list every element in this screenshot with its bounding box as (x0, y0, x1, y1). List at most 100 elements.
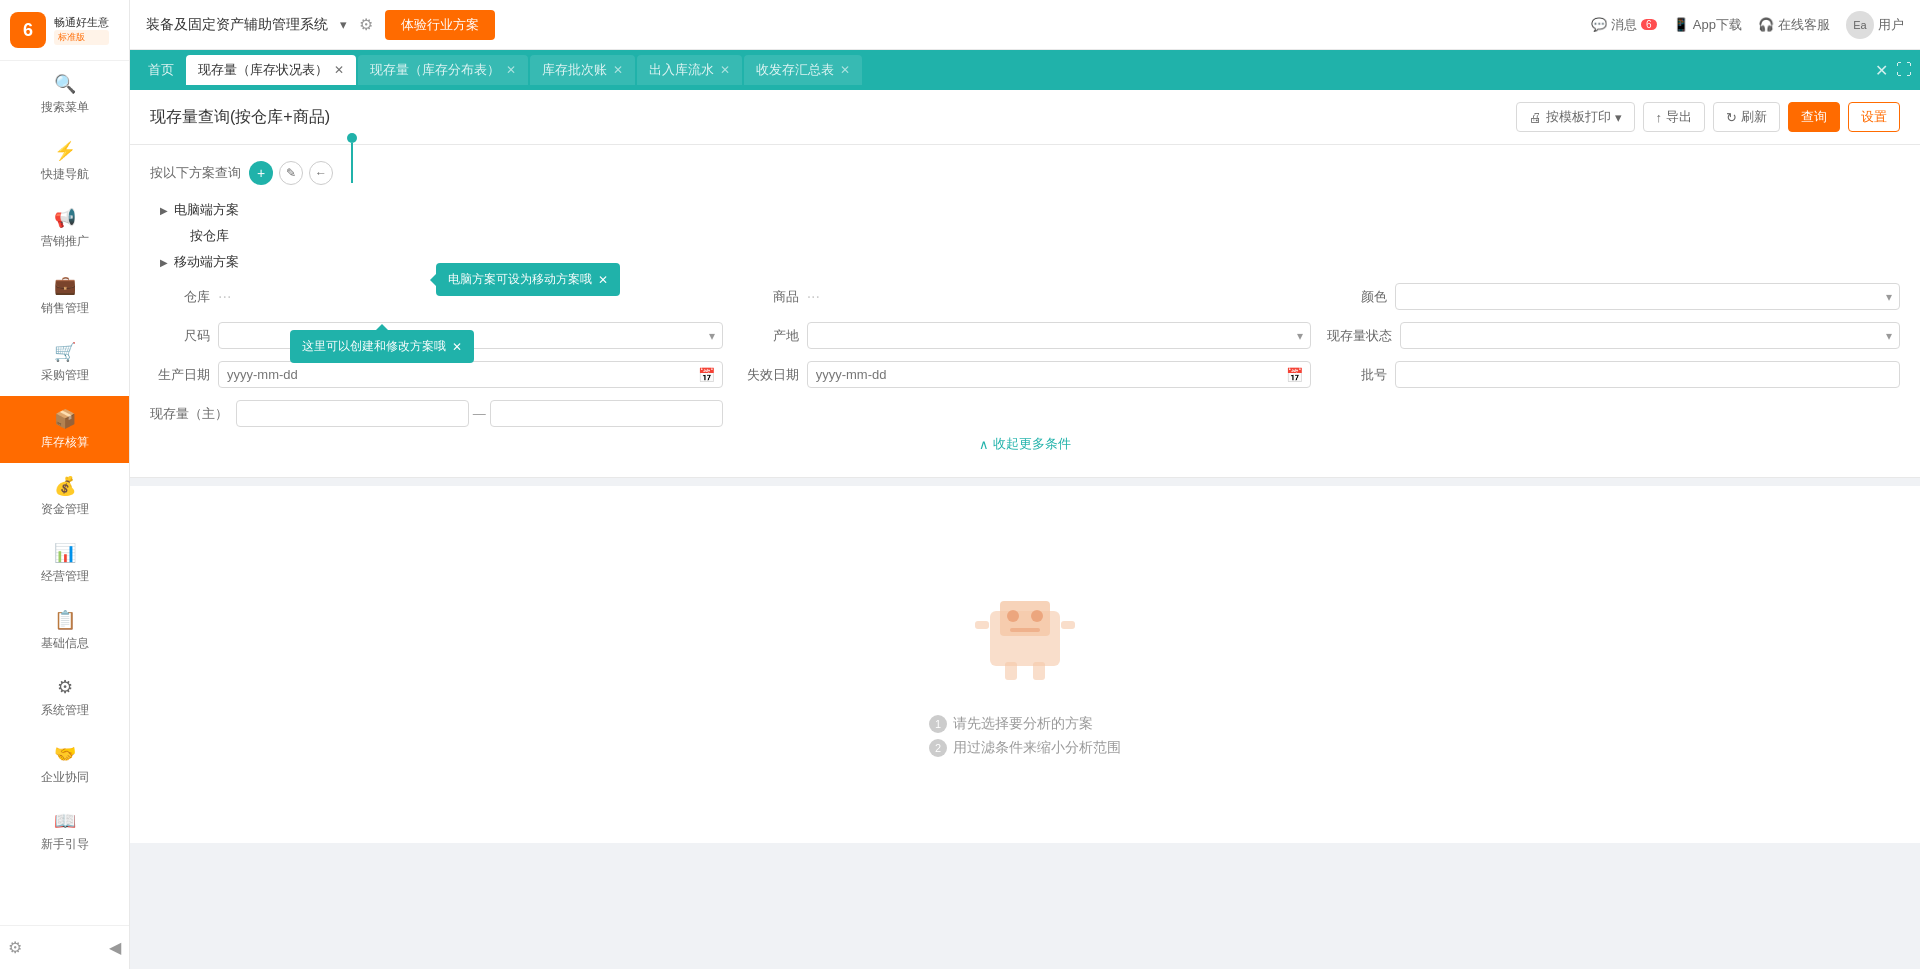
sidebar-item-search-label: 搜索菜单 (41, 99, 89, 116)
topbar-settings-icon[interactable]: ⚙ (359, 15, 373, 34)
sidebar-item-basic[interactable]: 📋 基础信息 (0, 597, 129, 664)
settings-btn[interactable]: 设置 (1848, 102, 1900, 132)
sidebar-item-sales[interactable]: 💼 销售管理 (0, 262, 129, 329)
filter-row-batch: 批号 (1327, 361, 1900, 388)
sidebar-item-purchase[interactable]: 🛒 采购管理 (0, 329, 129, 396)
service-action[interactable]: 🎧 在线客服 (1758, 16, 1830, 34)
sidebar-logo: 6 畅通好生意 标准版 (0, 0, 129, 61)
sidebar-item-enterprise[interactable]: 🤝 企业协同 (0, 731, 129, 798)
scheme-node-warehouse[interactable]: 按仓库 (160, 223, 1900, 249)
sidebar-item-search[interactable]: 🔍 搜索菜单 (0, 61, 129, 128)
sidebar-item-operations-label: 经营管理 (41, 568, 89, 585)
system-name: 装备及固定资产辅助管理系统 (146, 16, 328, 34)
empty-icon (965, 566, 1085, 689)
industry-btn[interactable]: 体验行业方案 (385, 10, 495, 40)
service-icon: 🎧 (1758, 17, 1774, 32)
color-select[interactable] (1395, 283, 1900, 310)
tab-inventory-dist[interactable]: 现存量（库存分布表） ✕ (358, 55, 528, 85)
settings-bottom-icon[interactable]: ⚙ (8, 938, 22, 957)
tab-summary[interactable]: 收发存汇总表 ✕ (744, 55, 862, 85)
sidebar-item-guide[interactable]: 📖 新手引导 (0, 798, 129, 865)
sidebar-item-system[interactable]: ⚙ 系统管理 (0, 664, 129, 731)
chevron-down-icon: ▾ (340, 17, 347, 32)
back-btn[interactable]: ← (309, 161, 333, 185)
stock-max-input[interactable] (490, 400, 723, 427)
prod-date-calendar-icon[interactable]: 📅 (698, 367, 715, 383)
edit-scheme-btn[interactable]: ✎ (279, 161, 303, 185)
sidebar-item-purchase-label: 采购管理 (41, 367, 89, 384)
tab-close-all-icon[interactable]: ✕ (1875, 61, 1888, 80)
tab-inventory-dist-close[interactable]: ✕ (506, 63, 516, 77)
refresh-btn[interactable]: ↻ 刷新 (1713, 102, 1780, 132)
user-avatar: Ea (1846, 11, 1874, 39)
expire-date-calendar-icon[interactable]: 📅 (1286, 367, 1303, 383)
tip-text-1: 请先选择要分析的方案 (953, 715, 1093, 733)
sidebar-item-inventory[interactable]: 📦 库存核算 (0, 396, 129, 463)
message-action[interactable]: 💬 消息 6 (1591, 16, 1657, 34)
tab-inventory-status-label: 现存量（库存状况表） (198, 61, 328, 79)
user-action[interactable]: Ea 用户 (1846, 11, 1904, 39)
tooltip-create-text: 这里可以创建和修改方案哦 (302, 338, 446, 355)
export-label: 导出 (1666, 108, 1692, 126)
collapse-icon: ∧ (979, 437, 989, 452)
sidebar-item-finance[interactable]: 💰 资金管理 (0, 463, 129, 530)
scheme-node-pc[interactable]: ▶ 电脑端方案 (160, 197, 1900, 223)
app-download-icon: 📱 (1673, 17, 1689, 32)
warehouse-dots[interactable]: ··· (218, 288, 231, 306)
svg-rect-5 (975, 621, 989, 629)
sidebar-item-marketing[interactable]: 📢 营销推广 (0, 195, 129, 262)
tooltip-create-close[interactable]: ✕ (452, 340, 462, 354)
batch-input[interactable] (1395, 361, 1900, 388)
refresh-icon: ↻ (1726, 110, 1737, 125)
system-select[interactable]: ▾ (340, 17, 347, 32)
app-download-label: App下载 (1693, 16, 1742, 34)
filter-row-color: 颜色 (1327, 283, 1900, 310)
tab-batch-close[interactable]: ✕ (613, 63, 623, 77)
tooltip-scheme-close[interactable]: ✕ (598, 273, 608, 287)
tab-inventory-status[interactable]: 现存量（库存状况表） ✕ (186, 55, 356, 85)
tab-home[interactable]: 首页 (138, 55, 184, 85)
color-label: 颜色 (1327, 288, 1387, 306)
origin-select-wrapper (807, 322, 1312, 349)
app-download-action[interactable]: 📱 App下载 (1673, 16, 1742, 34)
tab-flow-close[interactable]: ✕ (720, 63, 730, 77)
tab-expand-icon[interactable]: ⛶ (1896, 61, 1912, 79)
sidebar-item-operations[interactable]: 📊 经营管理 (0, 530, 129, 597)
page-header: 现存量查询(按仓库+商品) 🖨 按模板打印 ▾ ↑ 导出 ↻ 刷新 查询 (130, 90, 1920, 145)
svg-rect-8 (1033, 662, 1045, 680)
inventory-icon: 📦 (54, 408, 76, 430)
tab-flow[interactable]: 出入库流水 ✕ (637, 55, 742, 85)
export-btn[interactable]: ↑ 导出 (1643, 102, 1706, 132)
svg-point-2 (1007, 610, 1019, 622)
page-content: 现存量查询(按仓库+商品) 🖨 按模板打印 ▾ ↑ 导出 ↻ 刷新 查询 (130, 90, 1920, 969)
sidebar-menu: 🔍 搜索菜单 ⚡ 快捷导航 📢 营销推广 💼 销售管理 🛒 采购管理 📦 库存核… (0, 61, 129, 925)
print-label: 按模板打印 (1546, 108, 1611, 126)
print-dropdown-icon: ▾ (1615, 110, 1622, 125)
stock-min-input[interactable] (236, 400, 469, 427)
origin-select[interactable] (807, 322, 1312, 349)
sidebar-item-nav[interactable]: ⚡ 快捷导航 (0, 128, 129, 195)
tab-summary-close[interactable]: ✕ (840, 63, 850, 77)
prod-date-input[interactable] (218, 361, 723, 388)
goods-label: 商品 (739, 288, 799, 306)
empty-tip-1: 1 请先选择要分析的方案 (929, 715, 1121, 733)
status-select[interactable] (1400, 322, 1900, 349)
prod-date-wrapper: 📅 (218, 361, 723, 388)
color-select-wrapper (1395, 283, 1900, 310)
tooltip-scheme-text: 电脑方案可设为移动方案哦 (448, 271, 592, 288)
collapse-bar[interactable]: ∧ 收起更多条件 (150, 427, 1900, 461)
scheme-node-mobile[interactable]: ▶ 移动端方案 (160, 249, 1900, 275)
print-icon: 🖨 (1529, 110, 1542, 125)
print-btn[interactable]: 🖨 按模板打印 ▾ (1516, 102, 1635, 132)
enterprise-icon: 🤝 (54, 743, 76, 765)
prod-date-label: 生产日期 (150, 366, 210, 384)
system-icon: ⚙ (57, 676, 73, 698)
query-btn[interactable]: 查询 (1788, 102, 1840, 132)
tab-batch[interactable]: 库存批次账 ✕ (530, 55, 635, 85)
filter-row-origin: 产地 (739, 322, 1312, 349)
tab-inventory-status-close[interactable]: ✕ (334, 63, 344, 77)
add-scheme-btn[interactable]: + (249, 161, 273, 185)
expire-date-input[interactable] (807, 361, 1312, 388)
goods-dots[interactable]: ··· (807, 288, 820, 306)
collapse-sidebar-icon[interactable]: ◀ (109, 938, 121, 957)
